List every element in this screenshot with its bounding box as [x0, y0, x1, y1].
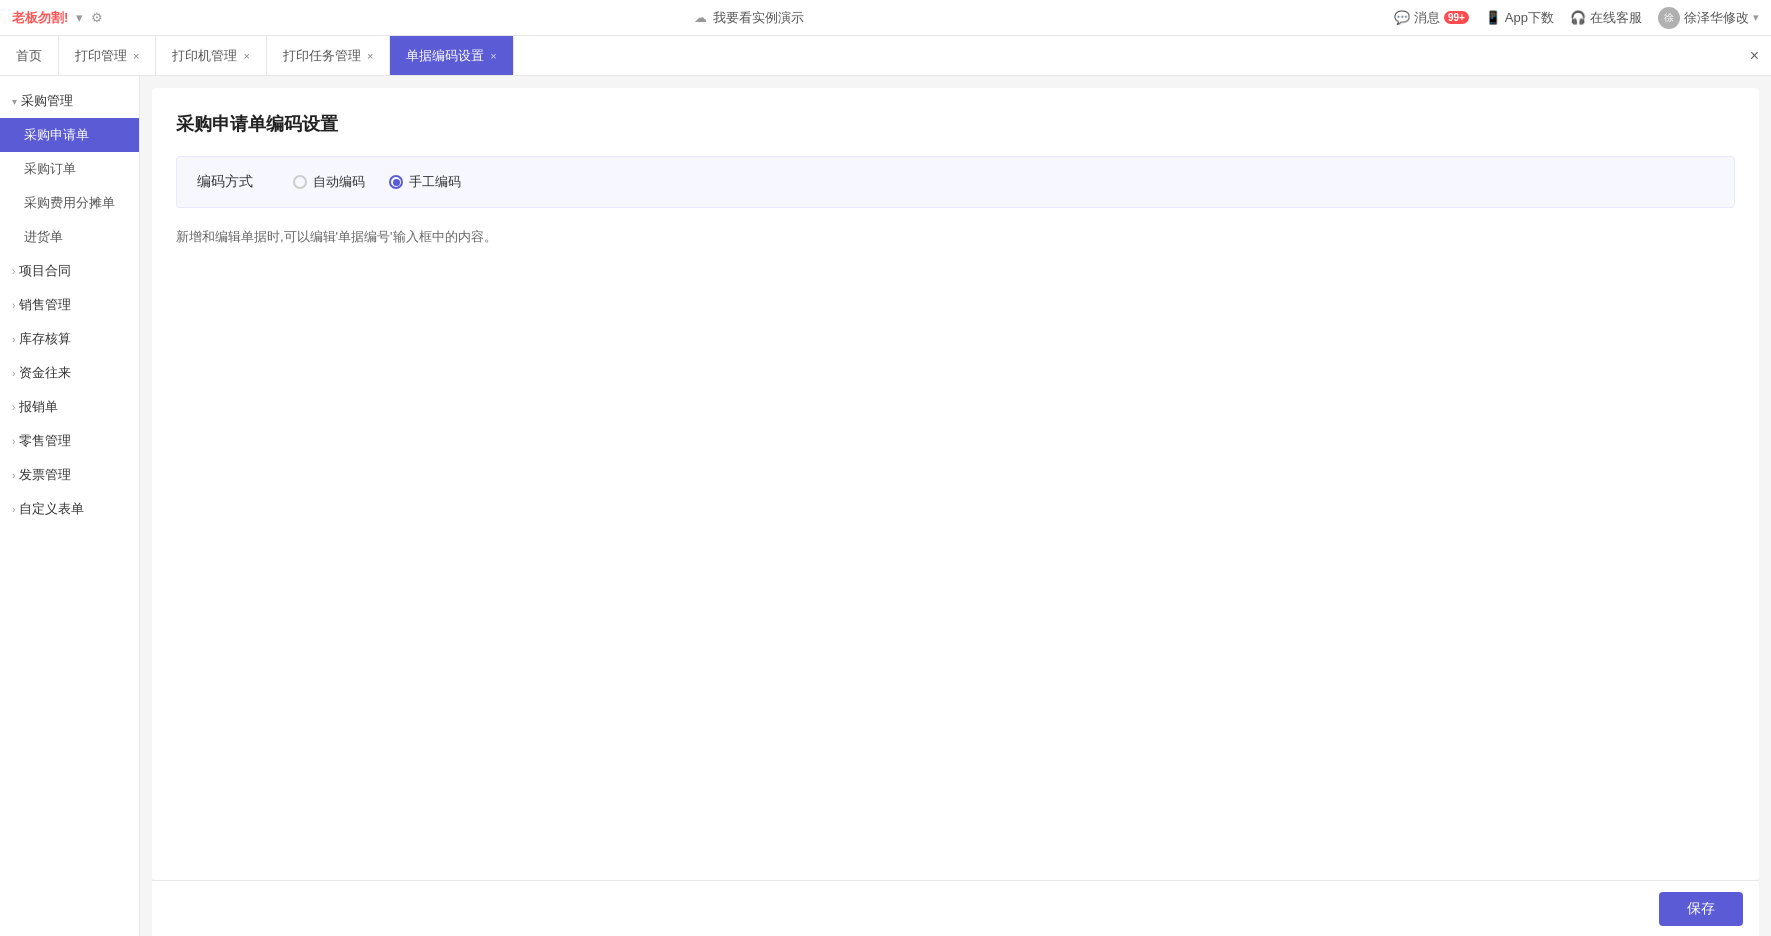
invoice-mgmt-arrow: › [12, 470, 15, 481]
inventory-arrow: › [12, 334, 15, 345]
sidebar-group-project-contract[interactable]: › 项目合同 [0, 254, 139, 288]
message-label: 消息 [1414, 9, 1440, 27]
tab-printer-mgmt-close[interactable]: × [243, 50, 249, 62]
page-title: 采购申请单编码设置 [176, 112, 1735, 136]
tab-print-task-mgmt[interactable]: 打印任务管理 × [267, 36, 390, 75]
hint-text: 新增和编辑单据时,可以编辑'单据编号'输入框中的内容。 [176, 228, 1735, 246]
tab-print-mgmt-label: 打印管理 [75, 47, 127, 65]
top-bar-center: ☁ 我要看实例演示 [694, 9, 804, 27]
tab-print-task-mgmt-close[interactable]: × [367, 50, 373, 62]
tab-printer-mgmt[interactable]: 打印机管理 × [156, 36, 266, 75]
encoding-form: 编码方式 自动编码 手工编码 [176, 156, 1735, 208]
sidebar-item-purchase-order[interactable]: 采购订单 [0, 152, 139, 186]
tab-bar: 首页 打印管理 × 打印机管理 × 打印任务管理 × 单据编码设置 × × [0, 36, 1771, 76]
sidebar-group-sales-label: 销售管理 [19, 296, 71, 314]
sidebar-item-purchase-order-label: 采购订单 [24, 161, 76, 176]
radio-group: 自动编码 手工编码 [293, 173, 461, 191]
sidebar-group-custom-form[interactable]: › 自定义表单 [0, 492, 139, 526]
tab-print-mgmt[interactable]: 打印管理 × [59, 36, 156, 75]
message-icon: 💬 [1394, 10, 1410, 25]
save-button[interactable]: 保存 [1659, 892, 1743, 926]
tab-print-task-mgmt-label: 打印任务管理 [283, 47, 361, 65]
tab-home[interactable]: 首页 [0, 36, 59, 75]
dropdown-icon[interactable]: ▾ [76, 10, 83, 25]
radio-auto[interactable]: 自动编码 [293, 173, 365, 191]
cloud-icon: ☁ [694, 10, 707, 25]
headset-icon: 🎧 [1570, 10, 1586, 25]
sidebar-group-custom-form-label: 自定义表单 [19, 500, 84, 518]
sidebar-group-fund-flow[interactable]: › 资金往来 [0, 356, 139, 390]
sidebar-item-inbound-label: 进货单 [24, 229, 63, 244]
content-inner: 采购申请单编码设置 编码方式 自动编码 手工编码 新增和编辑单据时,可以编辑'单… [152, 88, 1759, 880]
content-area: 采购申请单编码设置 编码方式 自动编码 手工编码 新增和编辑单据时,可以编辑'单… [140, 76, 1771, 936]
sidebar-group-retail-label: 零售管理 [19, 432, 71, 450]
sidebar-group-return-label: 报销单 [19, 398, 58, 416]
sidebar-item-purchase-expense[interactable]: 采购费用分摊单 [0, 186, 139, 220]
bottom-bar: 保存 [152, 880, 1759, 936]
online-service-label: 在线客服 [1590, 9, 1642, 27]
tab-home-label: 首页 [16, 47, 42, 65]
sidebar-group-sales-mgmt[interactable]: › 销售管理 [0, 288, 139, 322]
tab-printer-mgmt-label: 打印机管理 [172, 47, 237, 65]
sidebar-item-purchase-request-label: 采购申请单 [24, 127, 89, 142]
sidebar-group-inventory[interactable]: › 库存核算 [0, 322, 139, 356]
app-download-icon: 📱 [1485, 10, 1501, 25]
demo-link[interactable]: 我要看实例演示 [713, 9, 804, 27]
tab-bar-right: × [514, 36, 1771, 75]
sidebar-group-return[interactable]: › 报销单 [0, 390, 139, 424]
sidebar: ▾ 采购管理 采购申请单 采购订单 采购费用分摊单 进货单 › 项目合同 › 销… [0, 76, 140, 936]
message-badge-item[interactable]: 💬 消息 99+ [1394, 9, 1469, 27]
radio-auto-circle [293, 175, 307, 189]
logo-text: 老板勿割! [12, 9, 68, 27]
radio-auto-label: 自动编码 [313, 173, 365, 191]
radio-manual-label: 手工编码 [409, 173, 461, 191]
sidebar-group-invoice-label: 发票管理 [19, 466, 71, 484]
sidebar-group-purchase-label: 采购管理 [21, 92, 73, 110]
main-layout: ▾ 采购管理 采购申请单 采购订单 采购费用分摊单 进货单 › 项目合同 › 销… [0, 76, 1771, 936]
sidebar-group-inventory-label: 库存核算 [19, 330, 71, 348]
panel-close-icon[interactable]: × [1750, 47, 1759, 65]
gear-icon[interactable]: ⚙ [91, 10, 103, 25]
sidebar-group-fund-flow-label: 资金往来 [19, 364, 71, 382]
top-bar: 老板勿割! ▾ ⚙ ☁ 我要看实例演示 💬 消息 99+ 📱 App下数 🎧 在… [0, 0, 1771, 36]
avatar: 徐 [1658, 7, 1680, 29]
tab-single-code-setting[interactable]: 单据编码设置 × [390, 36, 513, 75]
top-bar-right: 💬 消息 99+ 📱 App下数 🎧 在线客服 徐 徐泽华修改 ▾ [1394, 7, 1759, 29]
app-download-item[interactable]: 📱 App下数 [1485, 9, 1554, 27]
user-info[interactable]: 徐 徐泽华修改 ▾ [1658, 7, 1759, 29]
sidebar-group-retail-mgmt[interactable]: › 零售管理 [0, 424, 139, 458]
app-download-label: App下数 [1505, 9, 1554, 27]
online-service-item[interactable]: 🎧 在线客服 [1570, 9, 1642, 27]
custom-form-arrow: › [12, 504, 15, 515]
sales-mgmt-arrow: › [12, 300, 15, 311]
sidebar-item-purchase-expense-label: 采购费用分摊单 [24, 195, 115, 210]
encoding-form-label: 编码方式 [197, 173, 253, 191]
return-arrow: › [12, 402, 15, 413]
purchase-mgmt-arrow: ▾ [12, 96, 17, 107]
radio-manual[interactable]: 手工编码 [389, 173, 461, 191]
top-bar-left: 老板勿割! ▾ ⚙ [12, 9, 103, 27]
tab-print-mgmt-close[interactable]: × [133, 50, 139, 62]
user-name: 徐泽华修改 [1684, 9, 1749, 27]
user-dropdown-icon: ▾ [1753, 11, 1759, 24]
tab-single-code-label: 单据编码设置 [406, 47, 484, 65]
tab-single-code-close[interactable]: × [490, 50, 496, 62]
sidebar-item-purchase-request[interactable]: 采购申请单 [0, 118, 139, 152]
message-badge: 99+ [1444, 11, 1469, 24]
sidebar-group-purchase-mgmt[interactable]: ▾ 采购管理 [0, 84, 139, 118]
radio-manual-circle [389, 175, 403, 189]
sidebar-group-invoice-mgmt[interactable]: › 发票管理 [0, 458, 139, 492]
sidebar-item-inbound[interactable]: 进货单 [0, 220, 139, 254]
fund-flow-arrow: › [12, 368, 15, 379]
project-contract-arrow: › [12, 266, 15, 277]
retail-mgmt-arrow: › [12, 436, 15, 447]
sidebar-group-project-contract-label: 项目合同 [19, 262, 71, 280]
